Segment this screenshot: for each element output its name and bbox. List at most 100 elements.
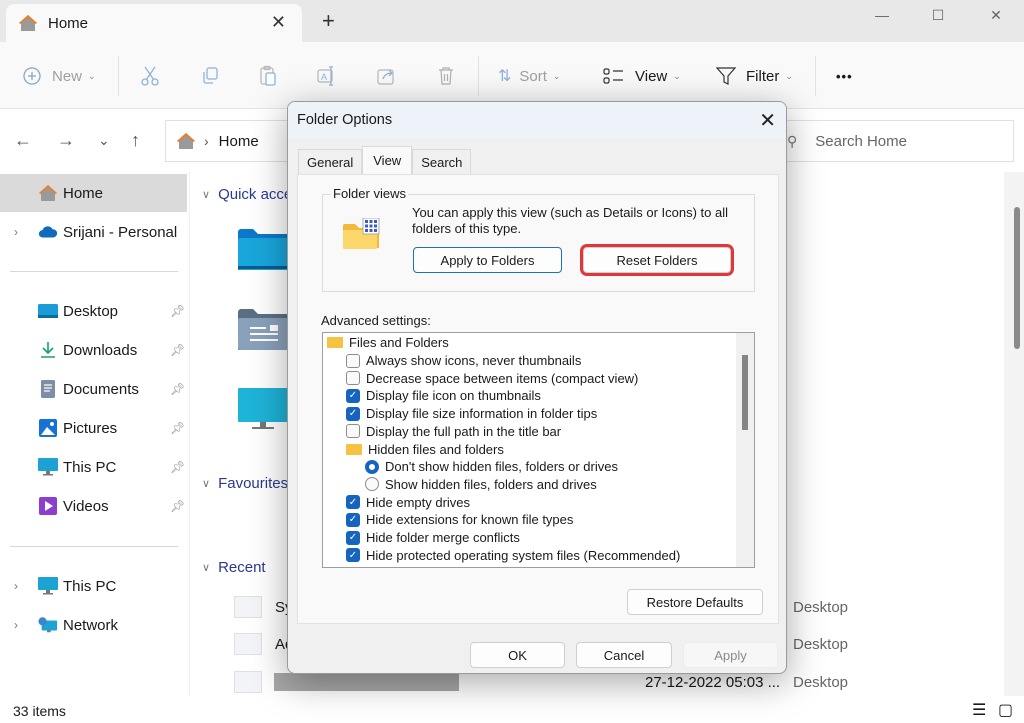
chevron-right-icon[interactable]: ›	[14, 225, 18, 239]
sidebar-item-desktop[interactable]: Desktop 📌︎	[0, 292, 187, 330]
checkbox-unchecked[interactable]	[346, 424, 360, 439]
checkbox-option[interactable]: Always show icons, never thumbnails	[346, 352, 581, 370]
rename-button[interactable]: A	[316, 62, 338, 90]
sidebar-item-downloads[interactable]: Downloads 📌︎	[0, 331, 187, 369]
recent-locations-button[interactable]: ⌄	[98, 132, 110, 149]
checkbox-checked[interactable]: ✓	[346, 512, 360, 527]
sort-button[interactable]: ⇅ Sort ⌄	[498, 62, 560, 90]
more-options-button[interactable]: •••	[836, 62, 853, 90]
share-button[interactable]	[376, 62, 398, 90]
folder-icon	[327, 337, 343, 349]
new-tab-button[interactable]: +	[322, 8, 335, 34]
option-label: Hide empty drives	[366, 494, 471, 510]
recent-file-row[interactable]: Ad	[234, 630, 293, 658]
up-button[interactable]: ↑	[131, 130, 140, 151]
pin-icon[interactable]: 📌︎	[170, 343, 185, 357]
scrollbar-thumb[interactable]	[1014, 207, 1020, 349]
copy-button[interactable]	[200, 62, 220, 90]
tab-search[interactable]: Search	[412, 149, 472, 174]
forward-button[interactable]: →	[57, 130, 75, 151]
maximize-button[interactable]: ☐	[918, 0, 958, 30]
pin-icon[interactable]: 📌︎	[170, 499, 185, 513]
sidebar-item-videos[interactable]: Videos 📌︎	[0, 487, 187, 525]
sidebar-item-label: Network	[63, 616, 119, 634]
section-favourites[interactable]: ∨ Favourites	[202, 475, 288, 492]
folder-views-group: Folder views You can apply this view (su…	[322, 186, 755, 292]
checkbox-option[interactable]: Decrease space between items (compact vi…	[346, 369, 638, 387]
file-location: Desktop	[793, 636, 849, 653]
search-input[interactable]: ⚲ Search Home	[770, 120, 1014, 162]
dialog-close-button[interactable]: ✕	[759, 108, 776, 133]
sidebar-item-network[interactable]: › Network	[0, 606, 187, 644]
settings-group: Hidden files and folders	[346, 440, 504, 458]
cancel-button[interactable]: Cancel	[576, 642, 672, 668]
checkbox-option[interactable]: ✓ Display file icon on thumbnails	[346, 387, 541, 405]
reset-folders-button[interactable]: Reset Folders	[583, 247, 731, 273]
pin-icon[interactable]: 📌︎	[170, 382, 185, 396]
sidebar-item-onedrive[interactable]: › Srijani - Personal	[0, 213, 187, 251]
pin-icon[interactable]: 📌︎	[170, 304, 185, 318]
radio-selected[interactable]	[365, 459, 379, 474]
checkbox-option[interactable]: ✓ Hide empty drives	[346, 493, 470, 511]
vertical-scrollbar[interactable]	[1004, 172, 1024, 696]
details-view-icon[interactable]: ☰	[972, 700, 986, 720]
chevron-right-icon[interactable]: ›	[14, 579, 18, 593]
apply-to-folders-button[interactable]: Apply to Folders	[413, 247, 562, 273]
chevron-down-icon: ⌄	[552, 70, 561, 81]
pin-icon[interactable]: 📌︎	[170, 421, 185, 435]
view-button[interactable]: View ⌄	[603, 62, 681, 90]
checkbox-option[interactable]: Display the full path in the title bar	[346, 423, 561, 441]
scrollbar-thumb[interactable]	[742, 355, 748, 430]
radio-option[interactable]: Don't show hidden files, folders or driv…	[365, 458, 618, 476]
option-label: Hide folder merge conflicts	[366, 530, 520, 546]
rename-icon: A	[317, 66, 333, 86]
section-recent[interactable]: ∨ Recent	[202, 559, 266, 576]
tab-general[interactable]: General	[298, 149, 363, 174]
cut-button[interactable]	[140, 62, 160, 90]
radio-unselected[interactable]	[365, 477, 379, 492]
minimize-button[interactable]: —	[862, 0, 902, 30]
filter-icon	[716, 67, 736, 85]
breadcrumb-home[interactable]: Home	[219, 133, 259, 150]
pin-icon[interactable]: 📌︎	[170, 460, 185, 474]
checkbox-option[interactable]: ✓ Hide folder merge conflicts	[346, 529, 520, 547]
advanced-settings-list[interactable]: Files and Folders Always show icons, neve…	[322, 332, 755, 568]
status-bar: 33 items ☰ ▢	[0, 698, 1024, 723]
checkbox-unchecked[interactable]	[346, 371, 360, 386]
checkbox-checked[interactable]: ✓	[346, 530, 360, 545]
checkbox-unchecked[interactable]	[346, 353, 360, 368]
checkbox-checked[interactable]: ✓	[346, 388, 360, 403]
radio-option[interactable]: Show hidden files, folders and drives	[365, 476, 597, 494]
sidebar-item-this-pc-pinned[interactable]: This PC 📌︎	[0, 448, 187, 486]
ok-button[interactable]: OK	[470, 642, 565, 668]
checkbox-option[interactable]: ✓ Display file size information in folder…	[346, 405, 597, 423]
checkbox-option[interactable]: ✓ Hide extensions for known file types	[346, 511, 573, 529]
checkbox-checked[interactable]: ✓	[346, 548, 360, 563]
sidebar-item-pictures[interactable]: Pictures 📌︎	[0, 409, 187, 447]
new-button[interactable]: New ⌄	[22, 62, 96, 90]
delete-button[interactable]	[436, 62, 456, 90]
chevron-right-icon[interactable]: ›	[14, 618, 18, 632]
tiles-view-icon[interactable]: ▢	[998, 700, 1013, 720]
tab-view[interactable]: View	[362, 146, 413, 174]
restore-defaults-button[interactable]: Restore Defaults	[627, 589, 763, 615]
sidebar-item-home[interactable]: Home	[0, 174, 187, 212]
recent-file-row[interactable]: Sy	[234, 593, 293, 621]
close-tab-icon[interactable]: ✕	[271, 12, 286, 33]
tab-home[interactable]: Home ✕	[6, 4, 302, 42]
list-scrollbar[interactable]	[736, 333, 754, 567]
sidebar-item-documents[interactable]: Documents 📌︎	[0, 370, 187, 408]
folder-options-dialog: Folder Options ✕ General View Search Fol…	[287, 101, 787, 674]
checkbox-option[interactable]: ✓ Hide protected operating system files (…	[346, 546, 680, 564]
close-window-button[interactable]: ✕	[976, 0, 1016, 30]
section-quick-access[interactable]: ∨ Quick acce	[202, 186, 292, 203]
checkbox-checked[interactable]: ✓	[346, 406, 360, 421]
filter-button[interactable]: Filter ⌄	[716, 62, 793, 90]
checkbox-checked[interactable]: ✓	[346, 495, 360, 510]
apply-button[interactable]: Apply	[683, 642, 778, 668]
paste-button[interactable]	[258, 62, 278, 90]
folder-views-description: You can apply this view (such as Details…	[412, 205, 729, 236]
sidebar-item-this-pc[interactable]: › This PC	[0, 567, 187, 605]
back-button[interactable]: ←	[14, 130, 32, 151]
divider	[10, 271, 178, 272]
